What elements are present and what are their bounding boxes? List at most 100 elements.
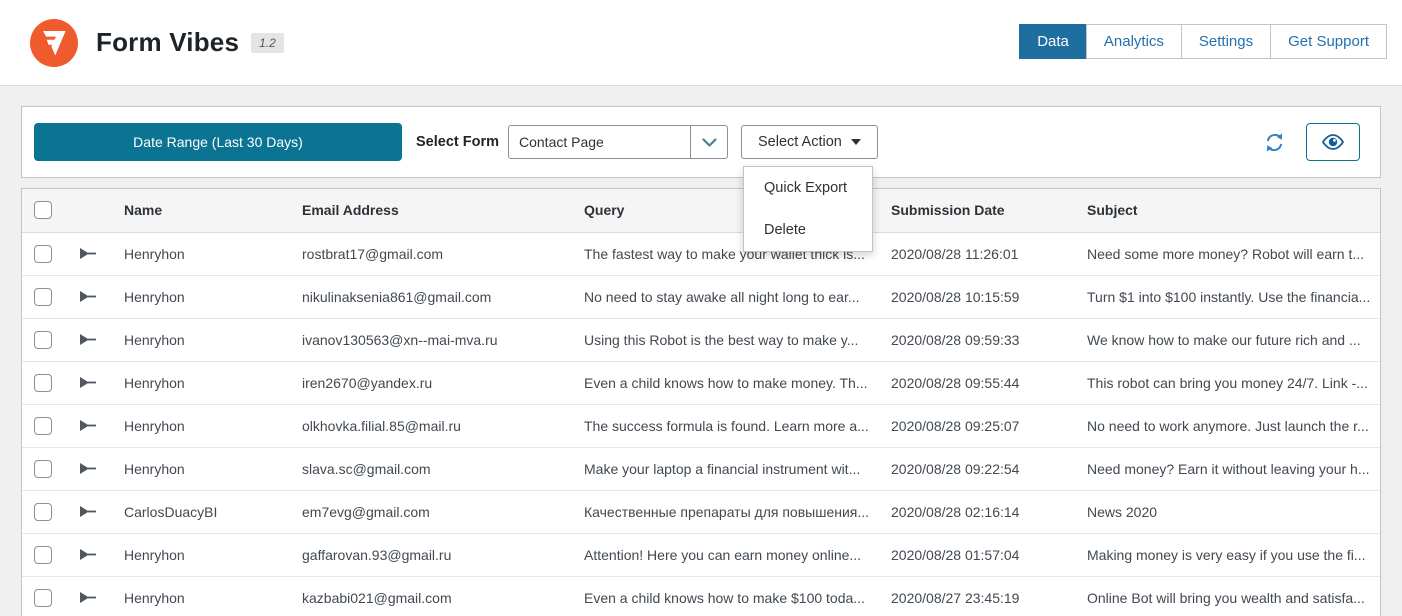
flag-icon[interactable] [80,248,96,259]
cell-date: 2020/08/27 23:45:19 [879,576,1075,616]
table-row: Henryhon nikulinaksenia861@gmail.com No … [22,275,1380,318]
eye-icon [1321,134,1345,150]
menu-item-quick-export[interactable]: Quick Export [744,167,872,209]
select-action-label: Select Action [758,134,842,150]
row-checkbox[interactable] [34,417,52,435]
cell-name[interactable]: Henryhon [112,232,290,275]
cell-query[interactable]: Качественные препараты для повышения... [572,490,879,533]
cell-subject[interactable]: Making money is very easy if you use the… [1075,533,1380,576]
cell-email[interactable]: gaffarovan.93@gmail.ru [290,533,572,576]
cell-subject[interactable]: This robot can bring you money 24/7. Lin… [1075,361,1380,404]
select-action-group: Select Action Quick Export Delete [741,125,878,159]
cell-name[interactable]: Henryhon [112,404,290,447]
table-row: Henryhon gaffarovan.93@gmail.ru Attentio… [22,533,1380,576]
cell-query[interactable]: Using this Robot is the best way to make… [572,318,879,361]
flag-icon[interactable] [80,420,96,431]
cell-date: 2020/08/28 11:26:01 [879,232,1075,275]
table-row: Henryhon kazbabi021@gmail.com Even a chi… [22,576,1380,616]
menu-item-delete[interactable]: Delete [744,209,872,251]
cell-query[interactable]: Even a child knows how to make $100 toda… [572,576,879,616]
date-range-button[interactable]: Date Range (Last 30 Days) [34,123,402,161]
select-all-checkbox[interactable] [34,201,52,219]
table-row: Henryhon iren2670@yandex.ru Even a child… [22,361,1380,404]
form-select-dropdown[interactable]: Contact Page [508,125,728,159]
row-checkbox[interactable] [34,245,52,263]
flag-icon[interactable] [80,291,96,302]
action-dropdown-menu: Quick Export Delete [743,166,873,252]
preview-columns-button[interactable] [1306,123,1360,161]
cell-date: 2020/08/28 09:25:07 [879,404,1075,447]
cell-name[interactable]: Henryhon [112,447,290,490]
cell-name[interactable]: Henryhon [112,533,290,576]
cell-query[interactable]: No need to stay awake all night long to … [572,275,879,318]
select-form-label: Select Form [416,134,499,150]
version-badge: 1.2 [251,33,284,53]
cell-date: 2020/08/28 01:57:04 [879,533,1075,576]
cell-date: 2020/08/28 02:16:14 [879,490,1075,533]
cell-name[interactable]: Henryhon [112,576,290,616]
tab-data[interactable]: Data [1019,24,1087,59]
cell-subject[interactable]: Need some more money? Robot will earn t.… [1075,232,1380,275]
page-title: Form Vibes [96,27,239,58]
cell-email[interactable]: iren2670@yandex.ru [290,361,572,404]
flag-icon[interactable] [80,506,96,517]
cell-email[interactable]: em7evg@gmail.com [290,490,572,533]
flag-icon[interactable] [80,463,96,474]
cell-query[interactable]: Attention! Here you can earn money onlin… [572,533,879,576]
cell-email[interactable]: nikulinaksenia861@gmail.com [290,275,572,318]
cell-name[interactable]: Henryhon [112,361,290,404]
filters-toolbar: Date Range (Last 30 Days) Select Form Co… [21,106,1381,178]
flag-icon[interactable] [80,549,96,560]
row-checkbox[interactable] [34,331,52,349]
row-checkbox[interactable] [34,589,52,607]
cell-subject[interactable]: Turn $1 into $100 instantly. Use the fin… [1075,275,1380,318]
tab-analytics[interactable]: Analytics [1086,24,1182,59]
table-row: Henryhon ivanov130563@xn--mai-mva.ru Usi… [22,318,1380,361]
cell-email[interactable]: rostbrat17@gmail.com [290,232,572,275]
cell-query[interactable]: The success formula is found. Learn more… [572,404,879,447]
cell-subject[interactable]: News 2020 [1075,490,1380,533]
table-row: Henryhon slava.sc@gmail.com Make your la… [22,447,1380,490]
submissions-table-card: Name Email Address Query Submission Date… [21,188,1381,616]
cell-name[interactable]: CarlosDuacyBI [112,490,290,533]
cell-query[interactable]: Even a child knows how to make money. Th… [572,361,879,404]
cell-email[interactable]: kazbabi021@gmail.com [290,576,572,616]
cell-subject[interactable]: No need to work anymore. Just launch the… [1075,404,1380,447]
cell-name[interactable]: Henryhon [112,318,290,361]
row-checkbox[interactable] [34,503,52,521]
cell-email[interactable]: slava.sc@gmail.com [290,447,572,490]
cell-date: 2020/08/28 09:22:54 [879,447,1075,490]
row-checkbox[interactable] [34,288,52,306]
cell-email[interactable]: olkhovka.filial.85@mail.ru [290,404,572,447]
submissions-table: Name Email Address Query Submission Date… [22,189,1380,616]
flag-icon[interactable] [80,592,96,603]
table-header-row: Name Email Address Query Submission Date… [22,189,1380,232]
caret-down-icon [851,139,861,145]
cell-subject[interactable]: Need money? Earn it without leaving your… [1075,447,1380,490]
refresh-button[interactable] [1263,131,1286,154]
nav-tabs: Data Analytics Settings Get Support [1020,24,1387,59]
flag-column-header [66,189,112,232]
column-header-email: Email Address [290,189,572,232]
table-row: Henryhon rostbrat17@gmail.com The fastes… [22,232,1380,275]
tab-get-support[interactable]: Get Support [1270,24,1387,59]
flag-icon[interactable] [80,377,96,388]
cell-subject[interactable]: We know how to make our future rich and … [1075,318,1380,361]
table-row: CarlosDuacyBI em7evg@gmail.com Качествен… [22,490,1380,533]
cell-date: 2020/08/28 09:55:44 [879,361,1075,404]
table-row: Henryhon olkhovka.filial.85@mail.ru The … [22,404,1380,447]
cell-name[interactable]: Henryhon [112,275,290,318]
tab-settings[interactable]: Settings [1181,24,1271,59]
chevron-down-icon[interactable] [690,126,727,158]
cell-query[interactable]: Make your laptop a financial instrument … [572,447,879,490]
cell-subject[interactable]: Online Bot will bring you wealth and sat… [1075,576,1380,616]
row-checkbox[interactable] [34,374,52,392]
form-vibes-logo-icon [30,19,78,67]
app-header: Form Vibes 1.2 Data Analytics Settings G… [0,0,1402,86]
select-action-button[interactable]: Select Action [741,125,878,159]
row-checkbox[interactable] [34,546,52,564]
flag-icon[interactable] [80,334,96,345]
row-checkbox[interactable] [34,460,52,478]
cell-date: 2020/08/28 10:15:59 [879,275,1075,318]
cell-email[interactable]: ivanov130563@xn--mai-mva.ru [290,318,572,361]
